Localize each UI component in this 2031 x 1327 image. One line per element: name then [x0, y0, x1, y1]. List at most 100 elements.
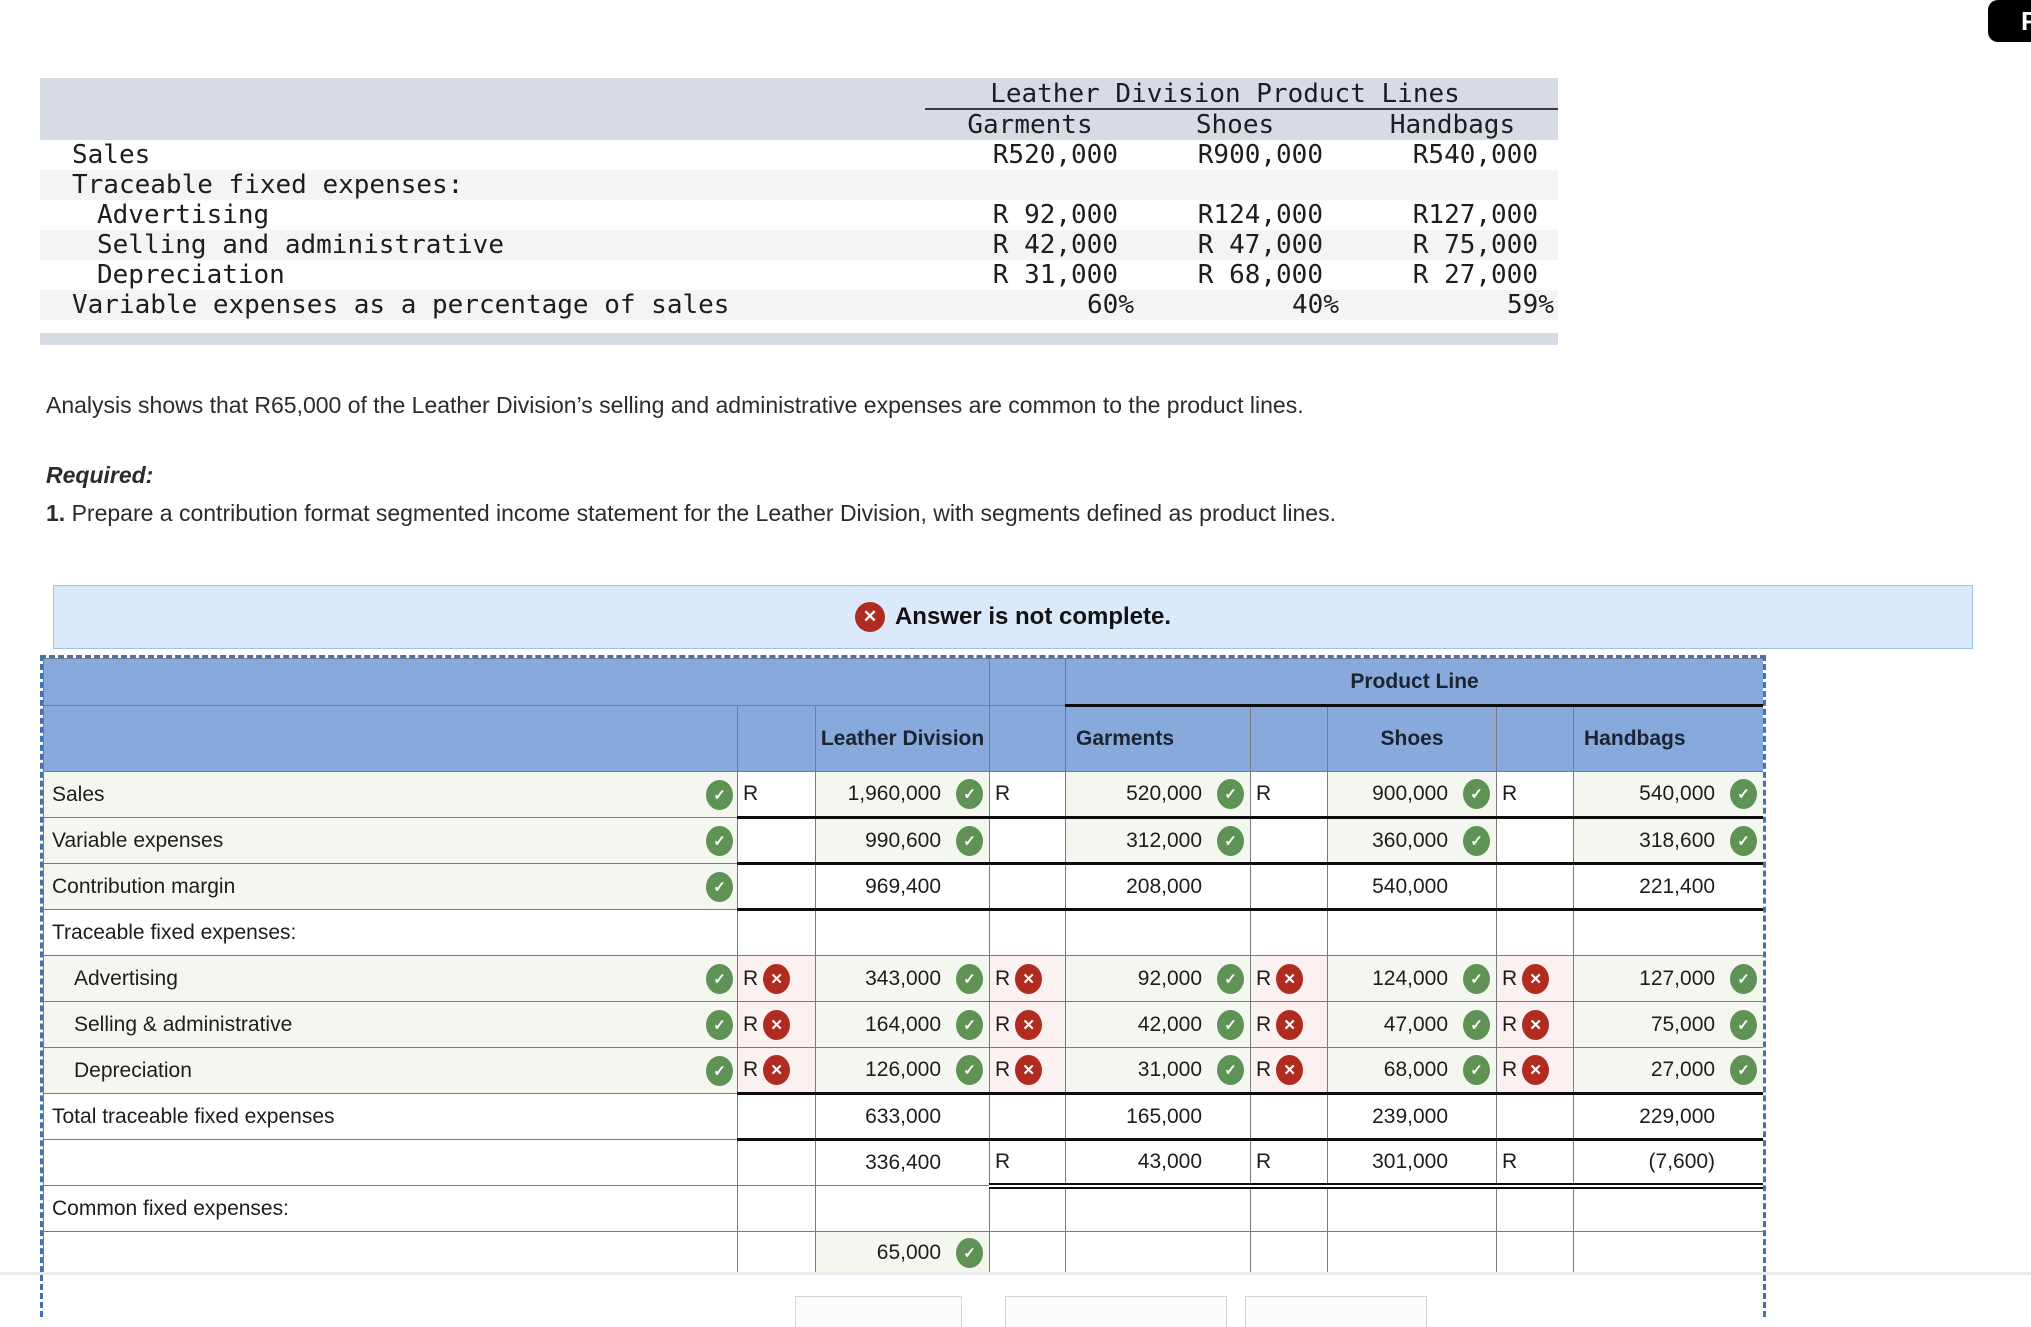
- amount-cell: 301,000: [1328, 1140, 1497, 1186]
- col-header-garments: Garments: [1066, 706, 1251, 772]
- amount-cell[interactable]: 31,000✓: [1066, 1048, 1251, 1094]
- statement-row-label[interactable]: Depreciation✓: [44, 1048, 738, 1094]
- currency-symbol-cell: [738, 1140, 816, 1186]
- currency-symbol-cell[interactable]: R: [1497, 772, 1574, 818]
- currency-symbol-cell[interactable]: R✕: [738, 956, 816, 1002]
- check-circle-icon: ✓: [956, 1010, 983, 1040]
- statement-row-label[interactable]: Contribution margin✓: [44, 864, 738, 910]
- amount-cell[interactable]: 92,000✓: [1066, 956, 1251, 1002]
- statement-row-label[interactable]: Sales✓: [44, 772, 738, 818]
- amount-cell[interactable]: 540,000✓: [1574, 772, 1764, 818]
- check-circle-icon: ✓: [956, 964, 983, 994]
- narrative-text: Analysis shows that R65,000 of the Leath…: [46, 392, 1304, 419]
- currency-symbol-cell[interactable]: R✕: [990, 1048, 1066, 1094]
- amount-value: 312,000: [1126, 829, 1202, 852]
- check-circle-icon: ✓: [1217, 826, 1244, 856]
- currency-symbol-cell[interactable]: R: [990, 772, 1066, 818]
- required-item: 1. Prepare a contribution format segment…: [46, 500, 1336, 527]
- answer-status-banner: ✕ Answer is not complete.: [53, 585, 1973, 649]
- amount-cell[interactable]: 1,960,000✓: [816, 772, 990, 818]
- exhibit-row: Selling and administrativeR 42,000R 47,0…: [40, 230, 1558, 260]
- next-table-ghost-cell: [1005, 1296, 1227, 1327]
- amount-value: 92,000: [1138, 967, 1202, 990]
- currency-symbol-cell[interactable]: R✕: [1251, 956, 1328, 1002]
- amount-cell[interactable]: 318,600✓: [1574, 818, 1764, 864]
- amount-cell: 336,400: [816, 1140, 990, 1186]
- statement-selection-region[interactable]: Product Line Leather Division Garments S…: [40, 655, 1766, 1317]
- amount-cell[interactable]: 27,000✓: [1574, 1048, 1764, 1094]
- amount-cell[interactable]: 360,000✓: [1328, 818, 1497, 864]
- currency-symbol-cell: [738, 1186, 816, 1232]
- currency-symbol-cell[interactable]: R✕: [738, 1002, 816, 1048]
- currency-symbol-cell: [738, 1232, 816, 1274]
- col-header-shoes: Shoes: [1328, 706, 1497, 772]
- amount-cell[interactable]: 990,600✓: [816, 818, 990, 864]
- col-header-leather-division: Leather Division: [816, 706, 990, 772]
- amount-cell: [1066, 1232, 1251, 1274]
- statement-row: Sales✓R1,960,000✓R520,000✓R900,000✓R540,…: [44, 772, 1764, 818]
- amount-cell[interactable]: 127,000✓: [1574, 956, 1764, 1002]
- currency-symbol-cell: [1497, 818, 1574, 864]
- currency-symbol-cell: [1497, 1094, 1574, 1140]
- currency-symbol-cell[interactable]: R✕: [1251, 1048, 1328, 1094]
- amount-cell[interactable]: 164,000 ✓: [816, 1002, 990, 1048]
- bottom-separator: [0, 1272, 2031, 1275]
- check-circle-icon: ✓: [1463, 826, 1490, 856]
- currency-symbol-cell: [990, 1186, 1066, 1232]
- currency-symbol-cell[interactable]: R: [1497, 1140, 1574, 1186]
- amount-cell[interactable]: 312,000 ✓: [1066, 818, 1251, 864]
- check-circle-icon: ✓: [1217, 1055, 1244, 1085]
- currency-symbol-cell[interactable]: R✕: [990, 1002, 1066, 1048]
- currency-symbol-cell[interactable]: R: [1251, 772, 1328, 818]
- statement-row-label[interactable]: Variable expenses✓: [44, 818, 738, 864]
- exhibit-row-label: Traceable fixed expenses:: [40, 170, 958, 200]
- currency-symbol-cell[interactable]: R✕: [990, 956, 1066, 1002]
- amount-cell[interactable]: 520,000✓: [1066, 772, 1251, 818]
- currency-symbol-cell[interactable]: R: [1251, 1140, 1328, 1186]
- amount-cell[interactable]: 75,000✓: [1574, 1002, 1764, 1048]
- check-circle-icon: ✓: [706, 780, 733, 810]
- currency-symbol: R: [1256, 782, 1271, 806]
- amount-value: (7,600): [1649, 1150, 1716, 1173]
- amount-cell[interactable]: 65,000✓: [816, 1232, 990, 1274]
- exhibit-row-label: Depreciation: [40, 260, 958, 290]
- currency-symbol: R: [1502, 782, 1517, 806]
- currency-symbol: R: [1256, 967, 1271, 991]
- exhibit-value: R 27,000: [1343, 260, 1558, 290]
- amount-value: 343,000: [865, 967, 941, 990]
- amount-value: 124,000: [1372, 967, 1448, 990]
- amount-cell[interactable]: 47,000✓: [1328, 1002, 1497, 1048]
- currency-symbol-cell: [1251, 910, 1328, 956]
- amount-value: 540,000: [1372, 875, 1448, 898]
- amount-value: 969,400: [865, 875, 941, 898]
- currency-symbol-cell[interactable]: R: [990, 1140, 1066, 1186]
- amount-cell[interactable]: 42,000✓: [1066, 1002, 1251, 1048]
- amount-cell[interactable]: 900,000✓: [1328, 772, 1497, 818]
- amount-value: 164,000: [865, 1013, 941, 1036]
- currency-symbol-cell[interactable]: R✕: [1251, 1002, 1328, 1048]
- statement-row-label[interactable]: Selling & administrative✓: [44, 1002, 738, 1048]
- currency-symbol: R: [1502, 1013, 1517, 1037]
- corner-badge[interactable]: R: [1988, 0, 2031, 42]
- check-circle-icon: ✓: [1730, 1055, 1757, 1085]
- amount-cell: [1574, 1186, 1764, 1232]
- currency-symbol-cell[interactable]: R✕: [1497, 1048, 1574, 1094]
- currency-symbol-cell[interactable]: R✕: [1497, 956, 1574, 1002]
- exhibit-gap: [40, 320, 1558, 333]
- amount-cell: [1328, 1186, 1497, 1232]
- statement-row-label: [44, 1140, 738, 1186]
- amount-cell[interactable]: 124,000✓: [1328, 956, 1497, 1002]
- currency-symbol-cell: [990, 818, 1066, 864]
- amount-value: 336,400: [865, 1151, 941, 1174]
- currency-symbol-cell[interactable]: R✕: [738, 1048, 816, 1094]
- amount-cell[interactable]: 68,000✓: [1328, 1048, 1497, 1094]
- amount-cell[interactable]: 343,000 ✓: [816, 956, 990, 1002]
- amount-cell[interactable]: 126,000✓: [816, 1048, 990, 1094]
- header-row-group: Product Line: [44, 659, 1764, 706]
- currency-symbol: R: [1502, 1058, 1517, 1082]
- currency-symbol-cell[interactable]: R✕: [1497, 1002, 1574, 1048]
- currency-symbol-cell[interactable]: R: [738, 772, 816, 818]
- statement-row-label[interactable]: Advertising✓: [44, 956, 738, 1002]
- amount-value: 165,000: [1126, 1105, 1202, 1128]
- col-header-handbags: Handbags: [1574, 706, 1764, 772]
